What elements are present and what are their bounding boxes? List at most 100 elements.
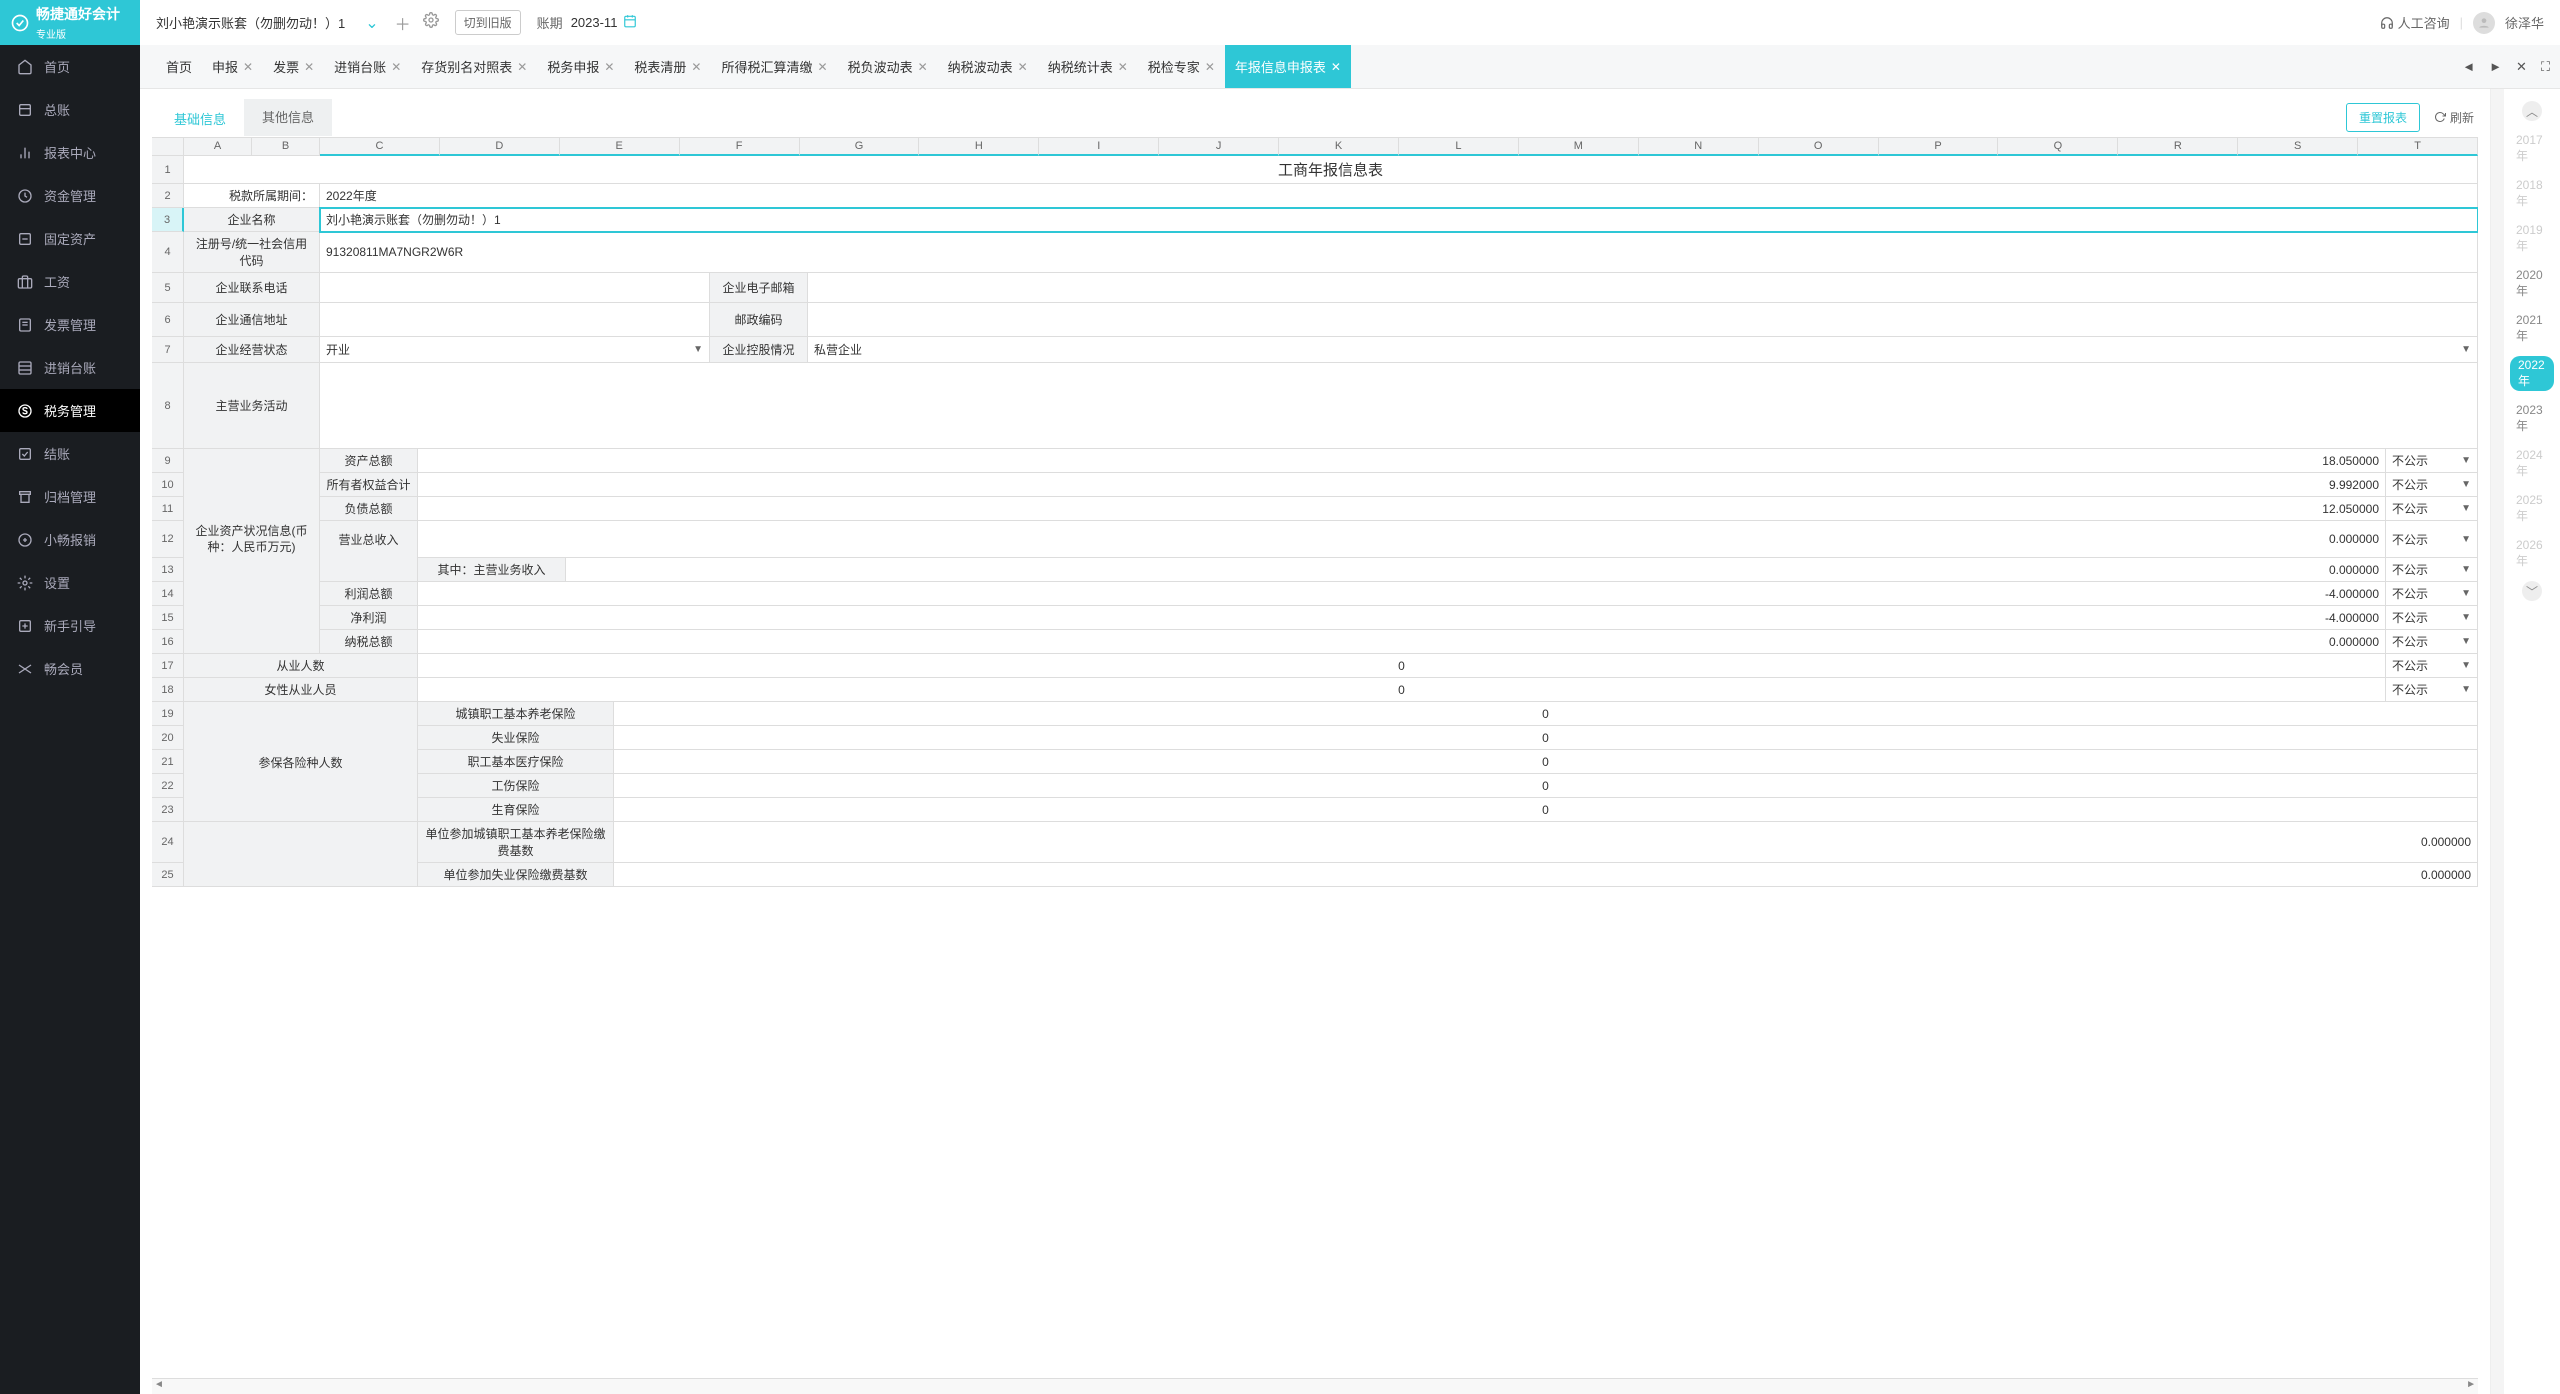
year-pill[interactable]: 2021年 xyxy=(2510,311,2554,346)
publish-select[interactable]: 不公示▼ xyxy=(2386,473,2478,497)
insurance-value[interactable]: 0 xyxy=(614,798,2478,822)
row-header[interactable]: 16 xyxy=(152,630,184,654)
tab-close-icon[interactable]: ✕ xyxy=(604,60,614,74)
publish-select[interactable]: 不公示▼ xyxy=(2386,521,2478,558)
year-up-icon[interactable]: ︿ xyxy=(2522,101,2542,121)
nav-item[interactable]: 归档管理 xyxy=(0,475,140,518)
tab-close-icon[interactable]: ✕ xyxy=(391,60,401,74)
tab-close-icon[interactable]: ✕ xyxy=(304,60,314,74)
period-value[interactable]: 2023-11 xyxy=(571,15,618,30)
publish-select[interactable]: 不公示▼ xyxy=(2386,606,2478,630)
row-header[interactable]: 1 xyxy=(152,156,184,184)
nav-item[interactable]: 小畅报销 xyxy=(0,518,140,561)
column-header[interactable]: O xyxy=(1759,138,1879,156)
reg-value[interactable]: 91320811MA7NGR2W6R xyxy=(320,232,2478,273)
asset-value[interactable]: 18.050000 xyxy=(418,449,2386,473)
tab[interactable]: 税负波动表✕ xyxy=(838,45,938,88)
row-header[interactable]: 14 xyxy=(152,582,184,606)
tabs-close-icon[interactable]: ✕ xyxy=(2516,59,2527,75)
insurance-value[interactable]: 0 xyxy=(614,750,2478,774)
column-header[interactable]: R xyxy=(2118,138,2238,156)
column-header[interactable]: C xyxy=(320,138,440,156)
nav-item[interactable]: 工资 xyxy=(0,260,140,303)
column-header[interactable]: A xyxy=(184,138,252,156)
tab[interactable]: 税检专家✕ xyxy=(1138,45,1225,88)
gear-icon[interactable] xyxy=(423,12,439,33)
row-header[interactable]: 20 xyxy=(152,726,184,750)
tab[interactable]: 发票✕ xyxy=(263,45,324,88)
insurance-value[interactable]: 0 xyxy=(614,702,2478,726)
plus-icon[interactable]: ＋ xyxy=(395,11,411,35)
tab-close-icon[interactable]: ✕ xyxy=(517,60,527,74)
username[interactable]: 徐泽华 xyxy=(2505,13,2544,32)
row-header[interactable]: 25 xyxy=(152,863,184,887)
nav-item[interactable]: 发票管理 xyxy=(0,303,140,346)
subtab[interactable]: 基础信息 xyxy=(156,99,244,136)
tabs-prev-icon[interactable]: ◄ xyxy=(2462,59,2475,74)
cell[interactable] xyxy=(808,303,2478,337)
publish-select[interactable]: 不公示▼ xyxy=(2386,558,2478,582)
year-pill[interactable]: 2022年 xyxy=(2510,356,2554,391)
vertical-scrollbar[interactable] xyxy=(2490,89,2504,1394)
cell[interactable] xyxy=(320,363,2478,449)
column-header[interactable]: E xyxy=(560,138,680,156)
asset-value[interactable]: 9.992000 xyxy=(418,473,2386,497)
tab-close-icon[interactable]: ✕ xyxy=(918,60,928,74)
publish-select[interactable]: 不公示▼ xyxy=(2386,630,2478,654)
tab[interactable]: 存货别名对照表✕ xyxy=(411,45,537,88)
sheet-corner[interactable] xyxy=(152,138,184,156)
cell[interactable] xyxy=(320,273,710,303)
tab[interactable]: 申报✕ xyxy=(202,45,263,88)
column-header[interactable]: K xyxy=(1279,138,1399,156)
holding-select[interactable]: 私营企业▼ xyxy=(808,337,2478,363)
nav-item[interactable]: 结账 xyxy=(0,432,140,475)
refresh-button[interactable]: 刷新 xyxy=(2434,109,2474,126)
tax-period-value[interactable]: 2022年度 xyxy=(320,184,2478,208)
row-header[interactable]: 8 xyxy=(152,363,184,449)
tab-close-icon[interactable]: ✕ xyxy=(1205,60,1215,74)
column-header[interactable]: Q xyxy=(1998,138,2118,156)
insurance-value[interactable]: 0 xyxy=(614,774,2478,798)
year-down-icon[interactable]: ﹀ xyxy=(2522,581,2542,601)
column-header[interactable]: L xyxy=(1399,138,1519,156)
tab[interactable]: 纳税统计表✕ xyxy=(1038,45,1138,88)
calendar-icon[interactable] xyxy=(623,14,637,31)
row-header[interactable]: 11 xyxy=(152,497,184,521)
cell[interactable]: 工商年报信息表 xyxy=(184,156,2478,184)
row-header[interactable]: 3 xyxy=(152,208,184,232)
publish-select[interactable]: 不公示▼ xyxy=(2386,654,2478,678)
column-header[interactable]: D xyxy=(440,138,560,156)
tab[interactable]: 税务申报✕ xyxy=(537,45,624,88)
row-header[interactable]: 6 xyxy=(152,303,184,337)
nav-item[interactable]: 总账 xyxy=(0,88,140,131)
column-header[interactable]: B xyxy=(252,138,320,156)
tab[interactable]: 年报信息申报表✕ xyxy=(1225,45,1351,88)
row-header[interactable]: 18 xyxy=(152,678,184,702)
nav-item[interactable]: 资金管理 xyxy=(0,174,140,217)
nav-item[interactable]: 设置 xyxy=(0,561,140,604)
tab-close-icon[interactable]: ✕ xyxy=(243,60,253,74)
cell[interactable] xyxy=(808,273,2478,303)
tab[interactable]: 纳税波动表✕ xyxy=(938,45,1038,88)
tab-close-icon[interactable]: ✕ xyxy=(818,60,828,74)
publish-select[interactable]: 不公示▼ xyxy=(2386,582,2478,606)
nav-item[interactable]: 固定资产 xyxy=(0,217,140,260)
row-header[interactable]: 12 xyxy=(152,521,184,558)
asset-value[interactable]: 12.050000 xyxy=(418,497,2386,521)
row-header[interactable]: 10 xyxy=(152,473,184,497)
status-select[interactable]: 开业▼ xyxy=(320,337,710,363)
nav-item[interactable]: 税务管理 xyxy=(0,389,140,432)
employees-value[interactable]: 0 xyxy=(418,654,2386,678)
asset-subvalue[interactable]: 0.000000 xyxy=(566,558,2386,582)
column-header[interactable]: I xyxy=(1039,138,1159,156)
column-header[interactable]: N xyxy=(1639,138,1759,156)
asset-value[interactable]: 0.000000 xyxy=(418,630,2386,654)
tab[interactable]: 税表清册✕ xyxy=(624,45,711,88)
account-name[interactable]: 刘小艳演示账套（勿删勿动！）1 xyxy=(156,13,345,32)
switch-old-version-button[interactable]: 切到旧版 xyxy=(455,10,521,35)
row-header[interactable]: 23 xyxy=(152,798,184,822)
row-header[interactable]: 19 xyxy=(152,702,184,726)
column-header[interactable]: H xyxy=(919,138,1039,156)
row-header[interactable]: 22 xyxy=(152,774,184,798)
tab-close-icon[interactable]: ✕ xyxy=(1118,60,1128,74)
